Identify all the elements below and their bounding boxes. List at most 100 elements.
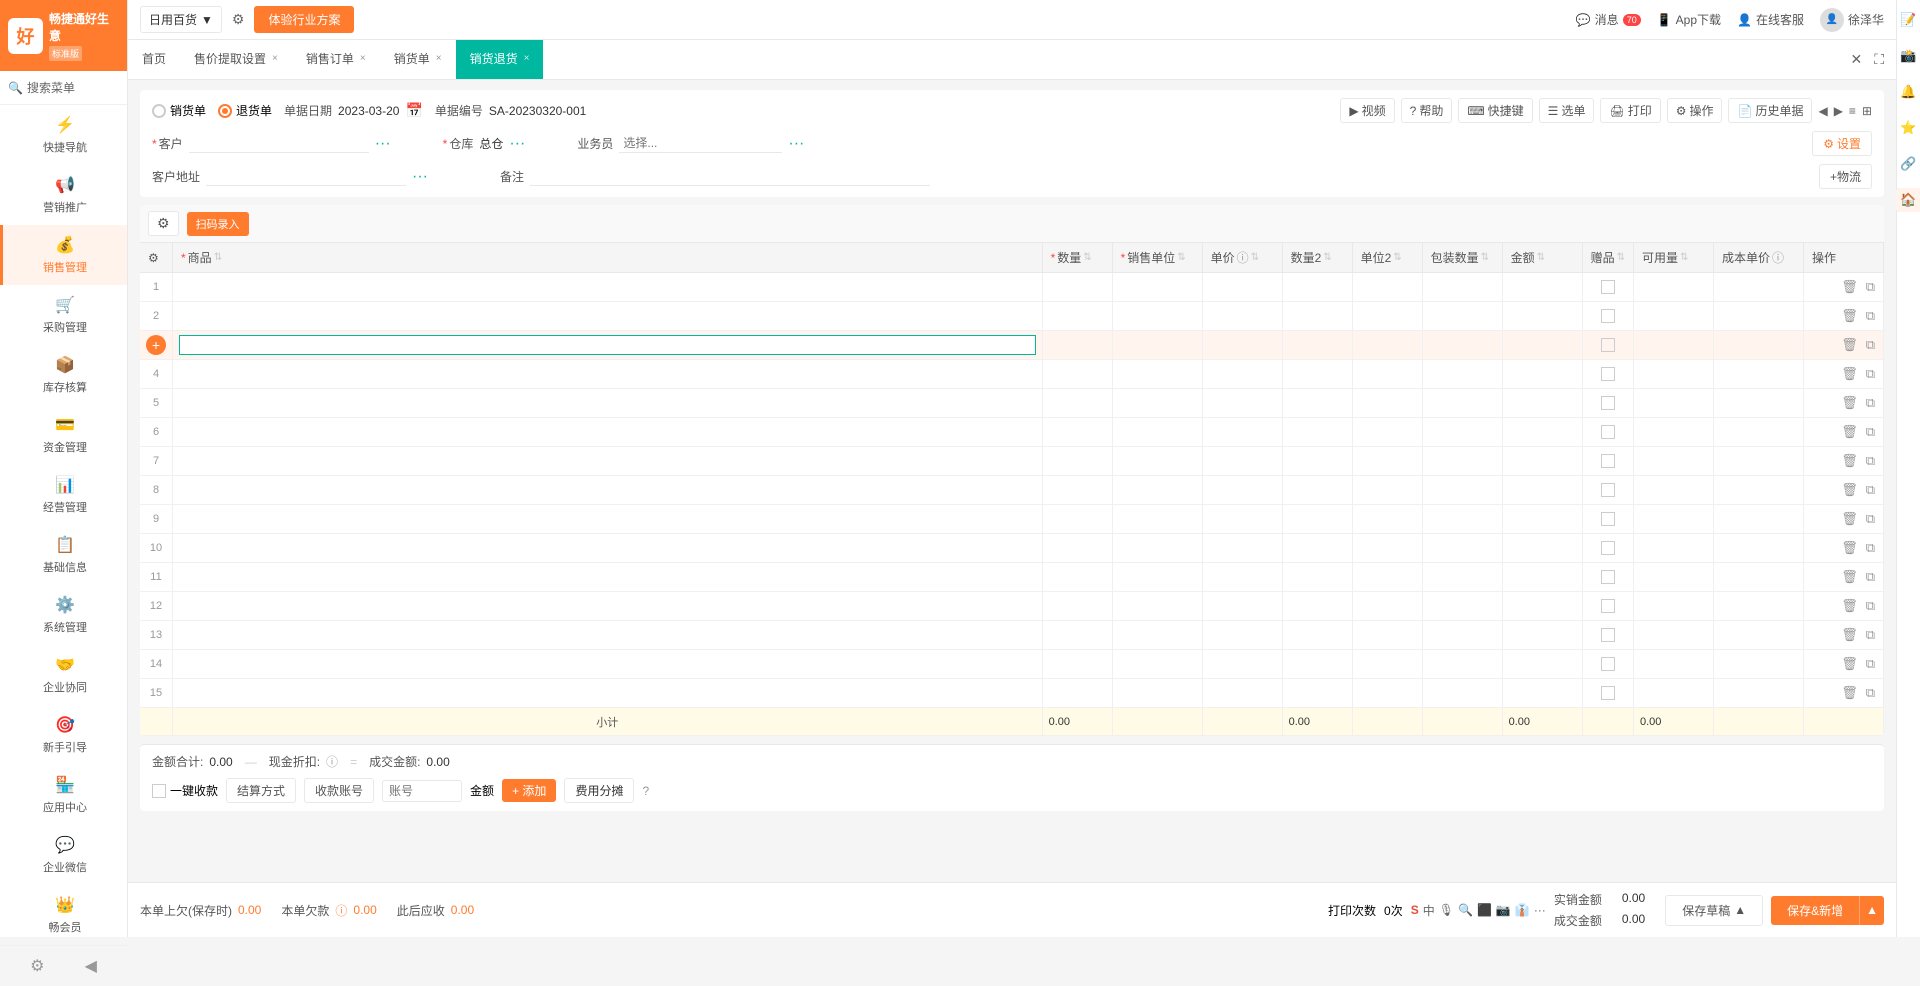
row-3-delete-icon[interactable]: 🗑 xyxy=(1839,335,1860,355)
toolbar-shortcut-btn[interactable]: ⌨ 快捷键 xyxy=(1458,98,1532,123)
rp-icon-4[interactable]: ⭐ xyxy=(1896,116,1920,140)
sidebar-item-purchase[interactable]: 🛒 采购管理 xyxy=(0,285,127,345)
one-click-payment[interactable]: 一键收款 xyxy=(152,782,218,799)
col-settings-icon[interactable]: ⚙ xyxy=(148,251,159,265)
account-btn[interactable]: 收款账号 xyxy=(304,778,374,803)
add-logistics-btn[interactable]: +物流 xyxy=(1819,164,1872,189)
settings-btn[interactable]: ⚙ 设置 xyxy=(1812,131,1872,156)
col-qty2-sort[interactable]: ⇅ xyxy=(1323,252,1331,263)
row-2-available[interactable] xyxy=(1634,302,1714,331)
row-3-unit2[interactable] xyxy=(1352,331,1422,360)
save-new-btn[interactable]: 保存&新增 xyxy=(1771,896,1859,925)
remark-input[interactable] xyxy=(530,167,930,186)
row-1-gift[interactable] xyxy=(1582,273,1633,302)
tab-home[interactable]: 首页 xyxy=(128,40,180,79)
r11-del[interactable]: 🗑 xyxy=(1839,567,1860,587)
row-2-amount[interactable] xyxy=(1502,302,1582,331)
row-2-copy-icon[interactable]: ⧉ xyxy=(1864,306,1877,326)
row-1-delete-icon[interactable]: 🗑 xyxy=(1839,277,1860,297)
calendar-icon[interactable]: 📅 xyxy=(405,102,422,119)
col-product-sort[interactable]: ⇅ xyxy=(214,252,222,263)
row-3-cost[interactable] xyxy=(1714,331,1804,360)
col-available-sort[interactable]: ⇅ xyxy=(1680,252,1688,263)
col-unit2-sort[interactable]: ⇅ xyxy=(1393,252,1401,263)
col-unit-sort[interactable]: ⇅ xyxy=(1177,252,1185,263)
row-2-product[interactable] xyxy=(173,302,1043,331)
row-1-unit2[interactable] xyxy=(1352,273,1422,302)
row-3-price[interactable] xyxy=(1202,331,1282,360)
col-amount-sort[interactable]: ⇅ xyxy=(1537,252,1545,263)
r4-q[interactable] xyxy=(1042,360,1112,389)
sidebar-item-marketing[interactable]: 📢 营销推广 xyxy=(0,165,127,225)
tab-sales-order[interactable]: 销售订单 × xyxy=(292,40,380,79)
r9-copy[interactable]: ⧉ xyxy=(1864,509,1877,529)
row-2-unit[interactable] xyxy=(1112,302,1202,331)
r7-del[interactable]: 🗑 xyxy=(1839,451,1860,471)
discount-tip-icon[interactable]: ⓘ xyxy=(326,753,338,770)
collapse-icon[interactable]: ◀ xyxy=(85,956,97,976)
r4-del[interactable]: 🗑 xyxy=(1839,364,1860,384)
r5-gift[interactable] xyxy=(1601,396,1615,410)
save-new-dropdown-btn[interactable]: ▲ xyxy=(1859,896,1884,925)
row-2-gift-checkbox[interactable] xyxy=(1601,309,1615,323)
row-3-gift[interactable] xyxy=(1582,331,1633,360)
industry-dropdown[interactable]: 日用百货 ▼ xyxy=(140,6,222,33)
message-btn[interactable]: 💬 消息 70 xyxy=(1576,11,1641,28)
r8-gift[interactable] xyxy=(1601,483,1615,497)
sidebar-item-appstore[interactable]: 🏪 应用中心 xyxy=(0,765,127,825)
r4-pk[interactable] xyxy=(1422,360,1502,389)
view-list-icon[interactable]: ≡ xyxy=(1849,104,1856,118)
row-1-qty[interactable] xyxy=(1042,273,1112,302)
sidebar-item-guide[interactable]: 🎯 新手引导 xyxy=(0,705,127,765)
r10-gift[interactable] xyxy=(1601,541,1615,555)
save-draft-btn[interactable]: 保存草稿 ▲ xyxy=(1665,895,1763,926)
r12-copy[interactable]: ⧉ xyxy=(1864,596,1877,616)
topbar-gear-icon[interactable]: ⚙ xyxy=(228,7,249,32)
row-3-available[interactable] xyxy=(1634,331,1714,360)
row-3-product[interactable] xyxy=(173,331,1043,360)
r11-copy[interactable]: ⧉ xyxy=(1864,567,1877,587)
rp-icon-5[interactable]: 🔗 xyxy=(1896,152,1920,176)
r10-copy[interactable]: ⧉ xyxy=(1864,538,1877,558)
address-input[interactable] xyxy=(206,167,406,186)
view-grid-icon[interactable]: ⊞ xyxy=(1862,104,1872,118)
row-1-unit[interactable] xyxy=(1112,273,1202,302)
scan-input-btn[interactable]: 扫码录入 xyxy=(187,212,249,236)
r4-pr[interactable] xyxy=(1202,360,1282,389)
r13-copy[interactable]: ⧉ xyxy=(1864,625,1877,645)
rp-icon-6[interactable]: 🏠 xyxy=(1896,188,1920,212)
r11-gift[interactable] xyxy=(1601,570,1615,584)
sidebar-item-system[interactable]: ⚙️ 系统管理 xyxy=(0,585,127,645)
row-3-gift-checkbox[interactable] xyxy=(1601,338,1615,352)
r4-q2[interactable] xyxy=(1282,360,1352,389)
r14-gift[interactable] xyxy=(1601,657,1615,671)
row-3-unit[interactable] xyxy=(1112,331,1202,360)
row-2-gift[interactable] xyxy=(1582,302,1633,331)
row-2-cost[interactable] xyxy=(1714,302,1804,331)
address-dots-icon[interactable]: ··· xyxy=(412,168,428,186)
tab-price-settings[interactable]: 售价提取设置 × xyxy=(180,40,292,79)
row-1-available[interactable] xyxy=(1634,273,1714,302)
r4-gift[interactable] xyxy=(1601,367,1615,381)
search-menu[interactable]: 🔍 搜索菜单 xyxy=(0,71,127,105)
customer-input[interactable] xyxy=(189,134,369,153)
r4-copy[interactable]: ⧉ xyxy=(1864,364,1877,384)
sidebar-item-sales[interactable]: 💰 销售管理 xyxy=(0,225,127,285)
r5-copy[interactable]: ⧉ xyxy=(1864,393,1877,413)
r4-p[interactable] xyxy=(173,360,1043,389)
tab-sales[interactable]: 销货单 × xyxy=(380,40,456,79)
row-2-unit2[interactable] xyxy=(1352,302,1422,331)
radio-sale[interactable]: 销货单 xyxy=(152,102,206,119)
r10-del[interactable]: 🗑 xyxy=(1839,538,1860,558)
r15-del[interactable]: 🗑 xyxy=(1839,683,1860,703)
experience-btn[interactable]: 体验行业方案 xyxy=(254,6,354,33)
r6-gift[interactable] xyxy=(1601,425,1615,439)
r6-copy[interactable]: ⧉ xyxy=(1864,422,1877,442)
rp-icon-2[interactable]: 📸 xyxy=(1896,44,1920,68)
r4-u2[interactable] xyxy=(1352,360,1422,389)
sidebar-item-basic[interactable]: 📋 基础信息 xyxy=(0,525,127,585)
warehouse-dots-icon[interactable]: ··· xyxy=(509,135,525,153)
settings-gear-icon[interactable]: ⚙ xyxy=(30,956,44,976)
r4-u[interactable] xyxy=(1112,360,1202,389)
toolbar-select-btn[interactable]: ☰ 选单 xyxy=(1539,98,1595,123)
